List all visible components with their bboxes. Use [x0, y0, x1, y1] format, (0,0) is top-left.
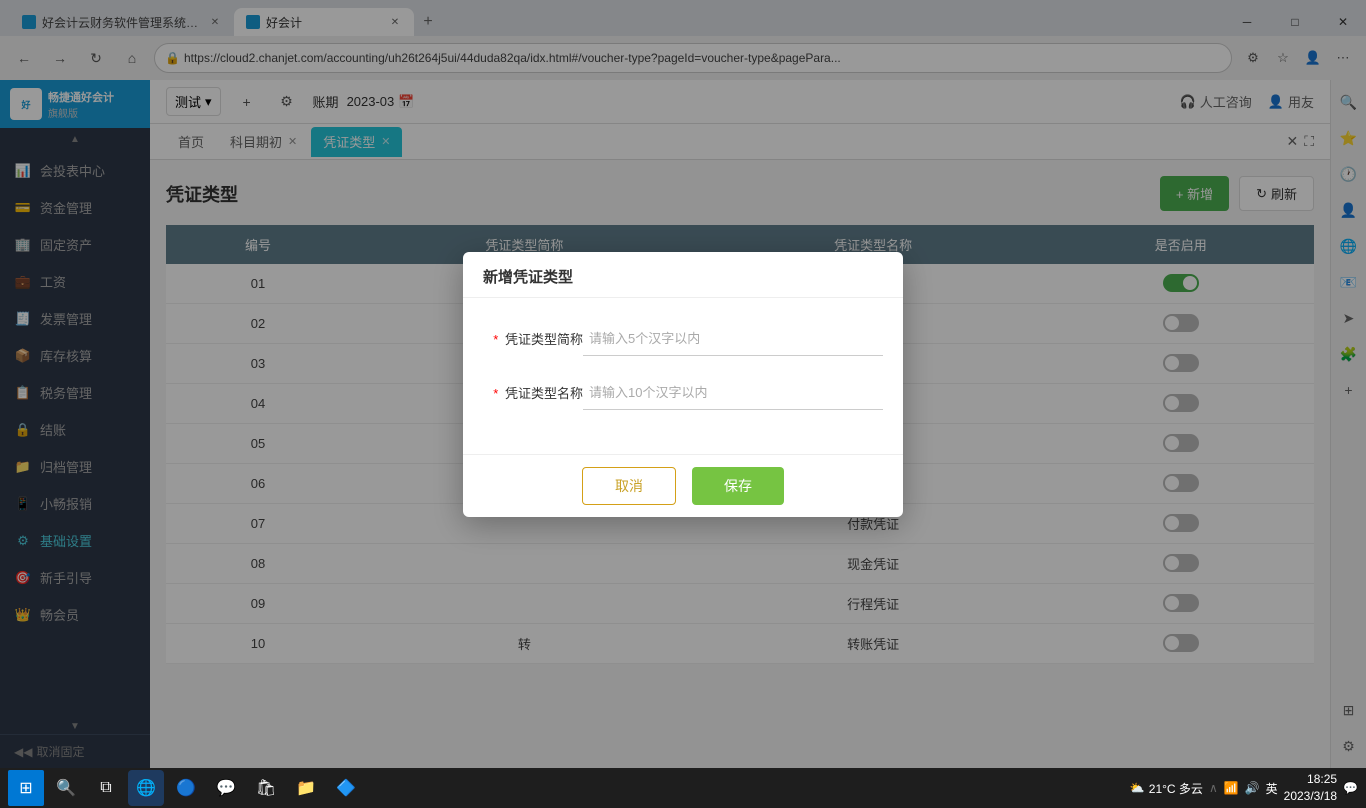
taskbar-store[interactable]: 🛍	[248, 770, 284, 806]
clock-date: 2023/3/18	[1284, 788, 1337, 805]
form-row-short: * 凭证类型简称	[483, 322, 883, 356]
notification-icon[interactable]: 💬	[1343, 781, 1358, 795]
dialog-footer: 取消 保存	[463, 454, 903, 517]
clock-time: 18:25	[1284, 771, 1337, 788]
dialog-header: 新增凭证类型	[463, 252, 903, 298]
required-mark-2: *	[493, 386, 498, 401]
new-voucher-dialog: 新增凭证类型 * 凭证类型简称 * 凭证类型名称 取消 保存	[463, 252, 903, 517]
weather-text: 21°C 多云	[1149, 780, 1203, 797]
volume-icon: 🔊	[1245, 781, 1260, 795]
taskbar-sys-tray: ⛅ 21°C 多云	[1130, 780, 1203, 797]
short-name-label: * 凭证类型简称	[483, 329, 583, 348]
start-button[interactable]: ⊞	[8, 770, 44, 806]
taskbar-right: ⛅ 21°C 多云 ∧ 📶 🔊 英 18:25 2023/3/18 💬	[1130, 771, 1358, 805]
save-button[interactable]: 保存	[692, 467, 784, 505]
cancel-button[interactable]: 取消	[582, 467, 676, 505]
form-row-full: * 凭证类型名称	[483, 376, 883, 410]
taskbar-chrome[interactable]: 🔵	[168, 770, 204, 806]
taskbar-files[interactable]: 📁	[288, 770, 324, 806]
full-name-label: * 凭证类型名称	[483, 383, 583, 402]
taskbar-edge2[interactable]: 🔷	[328, 770, 364, 806]
dialog-title: 新增凭证类型	[483, 266, 573, 287]
taskbar-edge[interactable]: 🌐	[128, 770, 164, 806]
taskbar-task-view[interactable]: ⧉	[88, 770, 124, 806]
modal-overlay: 新增凭证类型 * 凭证类型简称 * 凭证类型名称 取消 保存	[0, 0, 1366, 768]
weather-icon: ⛅	[1130, 781, 1145, 795]
dialog-body: * 凭证类型简称 * 凭证类型名称	[463, 298, 903, 454]
short-name-input[interactable]	[583, 322, 883, 356]
required-mark: *	[493, 332, 498, 347]
taskbar-sep: ∧	[1209, 781, 1218, 795]
taskbar: ⊞ 🔍 ⧉ 🌐 🔵 💬 🛍 📁 🔷 ⛅ 21°C 多云 ∧ 📶 🔊 英 18:2…	[0, 768, 1366, 808]
full-name-input[interactable]	[583, 376, 883, 410]
taskbar-search[interactable]: 🔍	[48, 770, 84, 806]
taskbar-wechat[interactable]: 💬	[208, 770, 244, 806]
taskbar-clock[interactable]: 18:25 2023/3/18	[1284, 771, 1337, 805]
language-text: 英	[1266, 780, 1278, 797]
network-icon: 📶	[1224, 781, 1239, 795]
